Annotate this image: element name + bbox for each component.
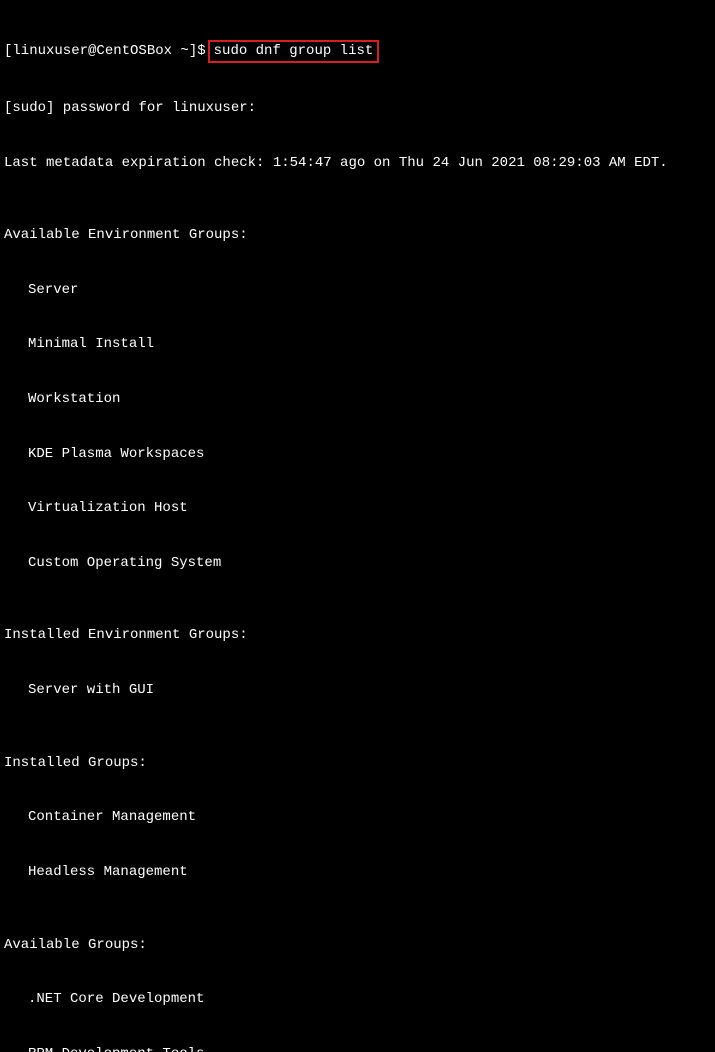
inst-groups-header: Installed Groups: [4,754,711,772]
group-item: RPM Development Tools [4,1045,711,1052]
group-item: Server [4,281,711,299]
group-item: Virtualization Host [4,499,711,517]
group-item: .NET Core Development [4,990,711,1008]
group-item: Custom Operating System [4,554,711,572]
command-highlight: sudo dnf group list [208,40,380,62]
inst-env-header: Installed Environment Groups: [4,626,711,644]
group-item: Minimal Install [4,335,711,353]
group-item: Headless Management [4,863,711,881]
avail-env-header: Available Environment Groups: [4,226,711,244]
group-item: KDE Plasma Workspaces [4,445,711,463]
sudo-password-prompt: [sudo] password for linuxuser: [4,99,711,117]
shell-prompt: [linuxuser@CentOSBox ~]$ [4,42,206,60]
group-item: Server with GUI [4,681,711,699]
prompt-line-1: [linuxuser@CentOSBox ~]$ sudo dnf group … [4,40,711,62]
group-item: Workstation [4,390,711,408]
group-item: Container Management [4,808,711,826]
command-text: sudo dnf group list [214,43,374,59]
terminal-output: [linuxuser@CentOSBox ~]$ sudo dnf group … [4,4,711,1052]
metadata-line: Last metadata expiration check: 1:54:47 … [4,154,711,172]
avail-groups-header: Available Groups: [4,936,711,954]
